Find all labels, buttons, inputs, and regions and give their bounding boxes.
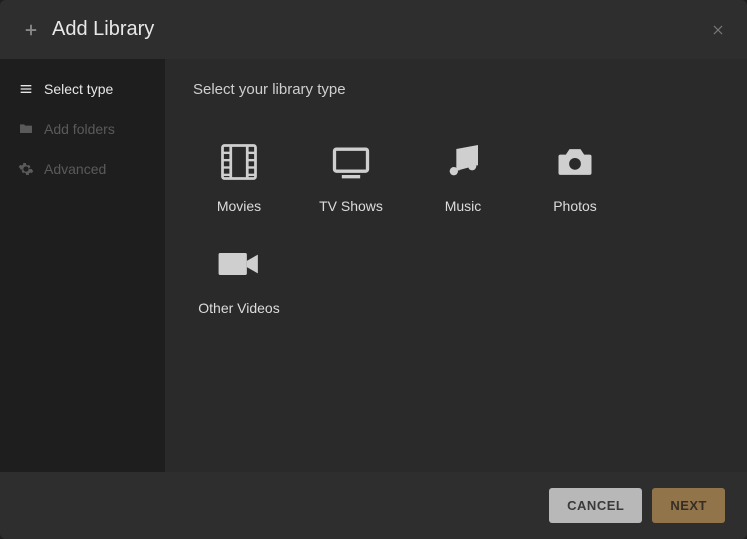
modal-title: Add Library: [52, 18, 154, 41]
music-icon: [443, 140, 483, 184]
sidebar: Select type Add folders Advanced: [0, 59, 165, 472]
type-photos[interactable]: Photos: [529, 136, 621, 218]
modal-header: Add Library: [0, 0, 747, 59]
film-icon: [217, 140, 261, 184]
header-left: Add Library: [22, 18, 154, 41]
type-label: Other Videos: [198, 300, 279, 316]
sidebar-item-label: Advanced: [44, 161, 106, 177]
sidebar-item-label: Add folders: [44, 121, 115, 137]
sidebar-item-add-folders[interactable]: Add folders: [0, 109, 165, 149]
list-icon: [18, 81, 34, 97]
type-tv-shows[interactable]: TV Shows: [305, 136, 397, 218]
type-label: Music: [445, 198, 482, 214]
type-other-videos[interactable]: Other Videos: [193, 238, 285, 320]
type-music[interactable]: Music: [417, 136, 509, 218]
plus-icon: [22, 21, 40, 39]
type-movies[interactable]: Movies: [193, 136, 285, 218]
cancel-button[interactable]: CANCEL: [549, 488, 642, 523]
type-label: Photos: [553, 198, 597, 214]
video-icon: [217, 242, 261, 286]
gear-icon: [18, 161, 34, 177]
sidebar-item-label: Select type: [44, 81, 113, 97]
main-prompt: Select your library type: [193, 81, 719, 98]
type-label: Movies: [217, 198, 261, 214]
library-type-grid: Movies TV Shows: [193, 136, 719, 320]
modal-body: Select type Add folders Advanced: [0, 59, 747, 472]
type-label: TV Shows: [319, 198, 383, 214]
sidebar-item-advanced[interactable]: Advanced: [0, 149, 165, 189]
next-button[interactable]: NEXT: [652, 488, 725, 523]
sidebar-item-select-type[interactable]: Select type: [0, 69, 165, 109]
camera-icon: [553, 140, 597, 184]
modal-footer: CANCEL NEXT: [0, 472, 747, 539]
folder-icon: [18, 121, 34, 137]
add-library-modal: Add Library Select type: [0, 0, 747, 539]
close-icon[interactable]: [711, 23, 725, 37]
tv-icon: [329, 140, 373, 184]
main-panel: Select your library type: [165, 59, 747, 472]
